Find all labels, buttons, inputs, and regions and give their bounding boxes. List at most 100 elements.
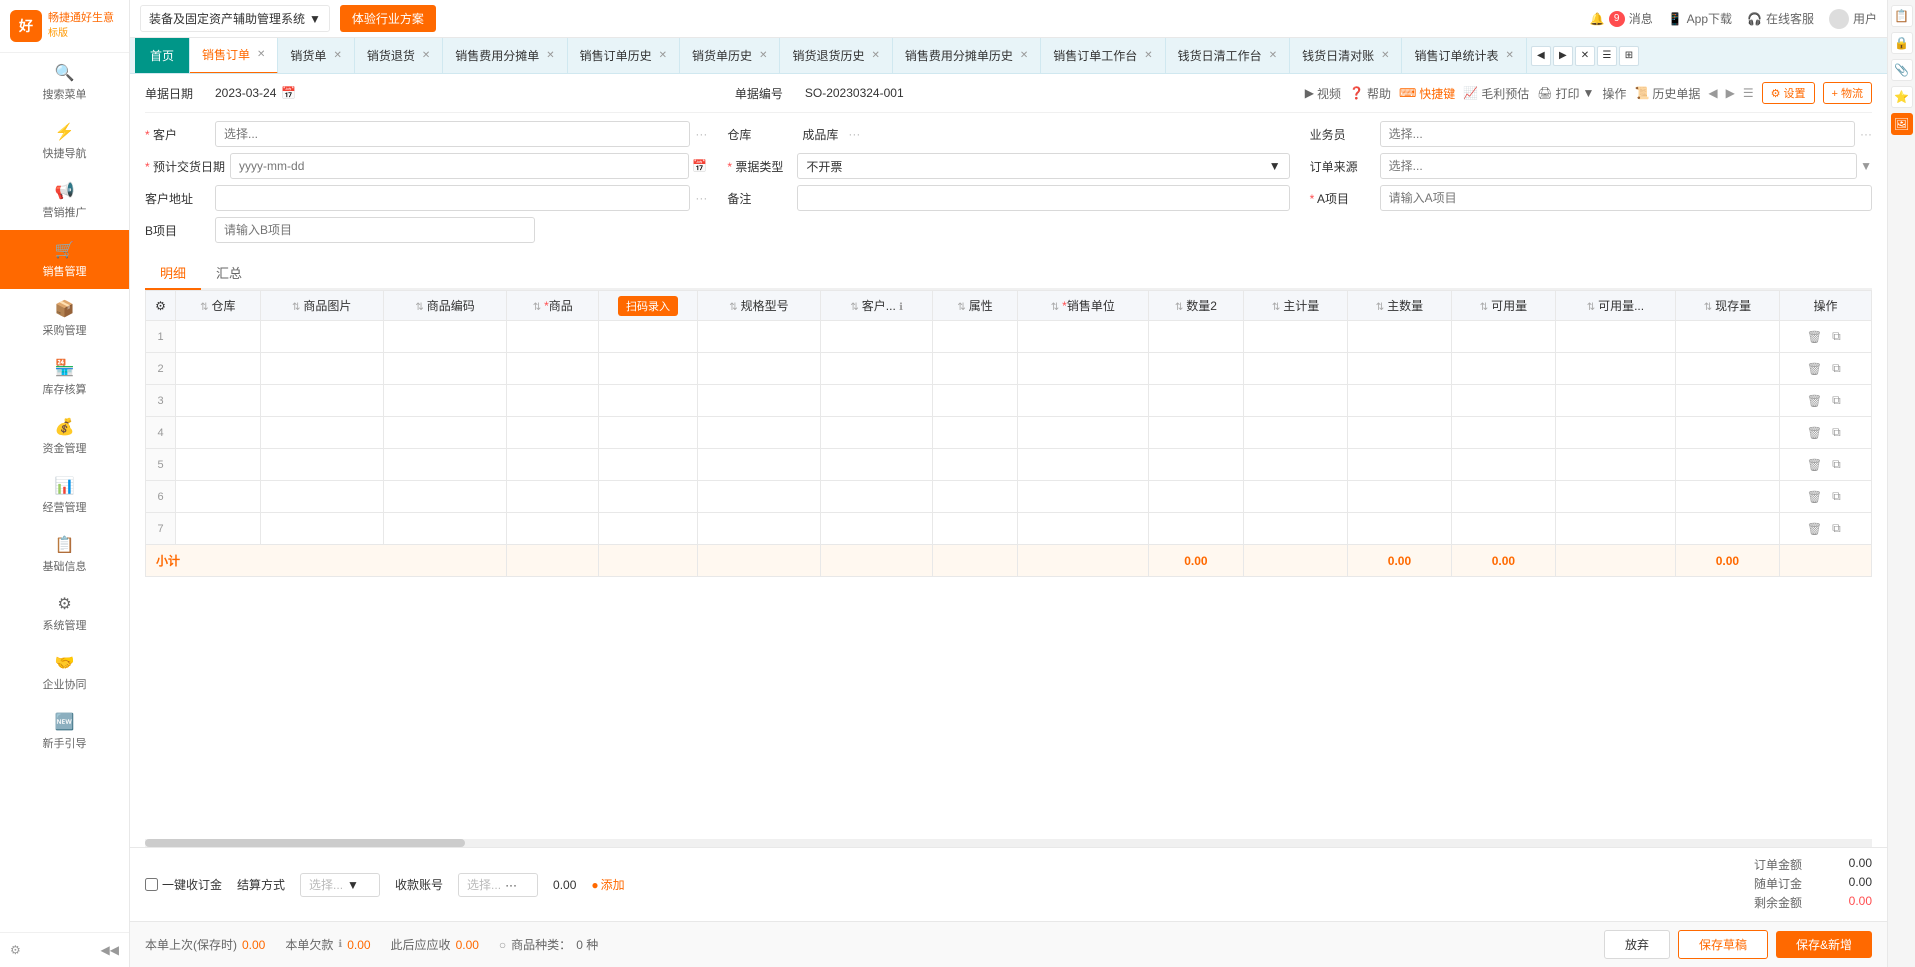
close-icon[interactable]: ✕	[659, 50, 667, 61]
tab-summary[interactable]: 汇总	[201, 257, 257, 288]
delete-row-button[interactable]: 🗑	[1805, 456, 1823, 474]
cell-code[interactable]	[383, 417, 506, 449]
cell-available2[interactable]	[1555, 417, 1675, 449]
sidebar-item-basic-info[interactable]: 📋 基础信息	[0, 525, 129, 584]
cell-main-qty[interactable]	[1348, 481, 1452, 513]
horizontal-scrollbar[interactable]	[145, 839, 1872, 847]
cell-product[interactable]	[507, 353, 599, 385]
tab-order-stats[interactable]: 销售订单统计表 ✕	[1402, 38, 1526, 74]
cell-image[interactable]	[260, 449, 383, 481]
cell-scan[interactable]	[599, 385, 697, 417]
th-customer-info[interactable]: ⇅客户... ℹ	[821, 291, 933, 321]
customer-more-icon[interactable]: ···	[695, 127, 707, 141]
cell-current[interactable]	[1675, 481, 1779, 513]
close-icon[interactable]: ✕	[759, 50, 767, 61]
sidebar-item-system[interactable]: ⚙ 系统管理	[0, 584, 129, 643]
cell-qty2[interactable]	[1148, 513, 1243, 545]
cell-product[interactable]	[507, 449, 599, 481]
cell-available2[interactable]	[1555, 385, 1675, 417]
profit-action[interactable]: 📈 毛利预估	[1463, 85, 1529, 102]
cell-unit[interactable]	[1017, 481, 1148, 513]
right-icon-4[interactable]: ⭐	[1891, 86, 1913, 108]
th-attribute[interactable]: ⇅属性	[933, 291, 1018, 321]
customer-input[interactable]	[215, 121, 690, 147]
save-draft-button[interactable]: 保存草稿	[1678, 930, 1768, 959]
cell-product[interactable]	[507, 385, 599, 417]
settings-button[interactable]: ⚙ 设置	[1762, 82, 1815, 104]
tab-daily-reconcile[interactable]: 钱货日清对账 ✕	[1290, 38, 1402, 74]
app-download-item[interactable]: 📱 App下载	[1668, 10, 1732, 27]
th-qty2[interactable]: ⇅数量2	[1148, 291, 1243, 321]
sidebar-item-inventory[interactable]: 🏪 库存核算	[0, 348, 129, 407]
tab-sales-order-history[interactable]: 销售订单历史 ✕	[568, 38, 680, 74]
cell-customer-info[interactable]	[821, 449, 933, 481]
cell-code[interactable]	[383, 353, 506, 385]
collapse-icon[interactable]: ◀◀	[101, 943, 119, 957]
th-settings[interactable]: ⚙	[146, 291, 176, 321]
th-product[interactable]: ⇅*商品	[507, 291, 599, 321]
cell-unit[interactable]	[1017, 353, 1148, 385]
nav-close-all[interactable]: ✕	[1575, 46, 1595, 66]
cell-warehouse[interactable]	[176, 449, 261, 481]
th-code[interactable]: ⇅商品编码	[383, 291, 506, 321]
cell-spec[interactable]	[697, 449, 820, 481]
calendar-icon[interactable]: 📅	[692, 159, 707, 173]
tab-sales-expense[interactable]: 销售费用分摊单 ✕	[443, 38, 567, 74]
cell-qty2[interactable]	[1148, 353, 1243, 385]
cell-current[interactable]	[1675, 417, 1779, 449]
nav-next-arrow[interactable]: ▶	[1553, 46, 1573, 66]
notification-item[interactable]: 🔔 9 消息	[1590, 10, 1653, 27]
tab-daily-workbench[interactable]: 钱货日清工作台 ✕	[1166, 38, 1290, 74]
delete-row-button[interactable]: 🗑	[1805, 328, 1823, 346]
cell-main-qty[interactable]	[1348, 385, 1452, 417]
cell-available[interactable]	[1451, 481, 1555, 513]
cell-main-unit[interactable]	[1244, 417, 1348, 449]
copy-row-button[interactable]: ⧉	[1827, 424, 1845, 442]
address-more-icon[interactable]: ···	[695, 191, 707, 205]
cell-scan[interactable]	[599, 481, 697, 513]
cell-product[interactable]	[507, 513, 599, 545]
copy-row-button[interactable]: ⧉	[1827, 488, 1845, 506]
cell-spec[interactable]	[697, 417, 820, 449]
list-icon[interactable]: ☰	[1743, 86, 1754, 100]
cell-available[interactable]	[1451, 449, 1555, 481]
add-button[interactable]: ● 添加	[591, 876, 624, 893]
cell-available2[interactable]	[1555, 481, 1675, 513]
calendar-icon[interactable]: 📅	[281, 86, 296, 100]
delete-row-button[interactable]: 🗑	[1805, 360, 1823, 378]
scrollbar-thumb[interactable]	[145, 839, 465, 847]
cell-product[interactable]	[507, 481, 599, 513]
sidebar-item-enterprise[interactable]: 🤝 企业协同	[0, 643, 129, 702]
right-icon-2[interactable]: 🔒	[1891, 32, 1913, 54]
settings-icon[interactable]: ⚙	[10, 943, 21, 957]
copy-row-button[interactable]: ⧉	[1827, 328, 1845, 346]
right-icon-3[interactable]: 📎	[1891, 59, 1913, 81]
copy-row-button[interactable]: ⧉	[1827, 520, 1845, 538]
cell-attribute[interactable]	[933, 449, 1018, 481]
close-icon[interactable]: ✕	[422, 50, 430, 61]
sidebar-item-finance[interactable]: 💰 资金管理	[0, 407, 129, 466]
cell-main-unit[interactable]	[1244, 385, 1348, 417]
copy-row-button[interactable]: ⧉	[1827, 360, 1845, 378]
nav-menu-icon[interactable]: ☰	[1597, 46, 1617, 66]
cell-attribute[interactable]	[933, 481, 1018, 513]
cell-unit[interactable]	[1017, 385, 1148, 417]
tab-detail[interactable]: 明细	[145, 257, 201, 290]
cell-main-qty[interactable]	[1348, 321, 1452, 353]
cell-qty2[interactable]	[1148, 321, 1243, 353]
cell-code[interactable]	[383, 449, 506, 481]
cell-scan[interactable]	[599, 353, 697, 385]
cell-available[interactable]	[1451, 385, 1555, 417]
close-icon[interactable]: ✕	[257, 49, 265, 60]
cell-scan[interactable]	[599, 321, 697, 353]
sidebar-item-search[interactable]: 🔍 搜索菜单	[0, 53, 129, 112]
user-item[interactable]: 用户	[1829, 9, 1877, 29]
bank-select[interactable]: 选择... ···	[458, 873, 538, 897]
cell-image[interactable]	[260, 385, 383, 417]
cell-main-unit[interactable]	[1244, 321, 1348, 353]
cell-qty2[interactable]	[1148, 481, 1243, 513]
cell-customer-info[interactable]	[821, 513, 933, 545]
a-project-input[interactable]	[1380, 185, 1872, 211]
cell-current[interactable]	[1675, 321, 1779, 353]
copy-row-button[interactable]: ⧉	[1827, 392, 1845, 410]
